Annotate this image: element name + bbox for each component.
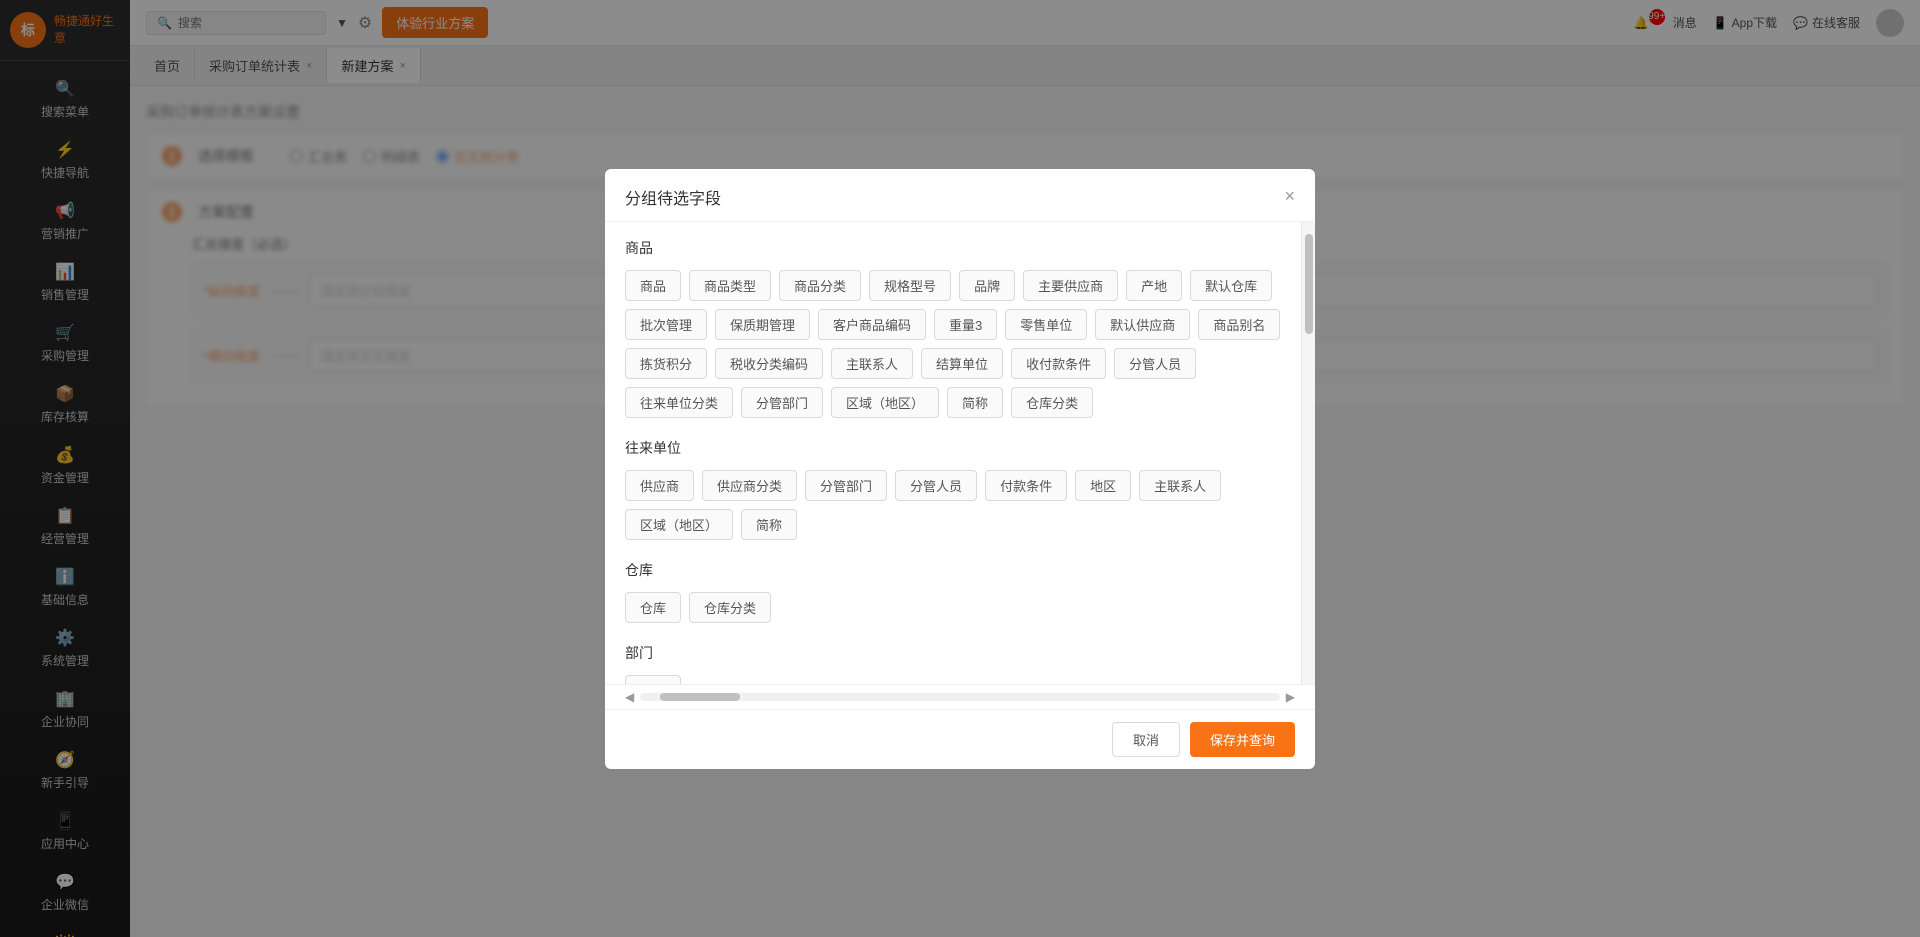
- save-query-button[interactable]: 保存并查询: [1190, 722, 1295, 757]
- section-warehouse: 仓库 仓库 仓库分类: [625, 560, 1281, 623]
- tag-region2[interactable]: 区域（地区）: [625, 509, 733, 540]
- hscroll-thumb: [660, 693, 740, 701]
- tag-tax-code[interactable]: 税收分类编码: [715, 348, 823, 379]
- modal-header: 分组待选字段 ×: [605, 169, 1315, 222]
- section-department-title: 部门: [625, 643, 1281, 663]
- tag-manager2[interactable]: 分管人员: [895, 470, 977, 501]
- tag-default-warehouse[interactable]: 默认仓库: [1190, 270, 1272, 301]
- tag-default-supplier[interactable]: 默认供应商: [1095, 309, 1190, 340]
- modal-footer: 取消 保存并查询: [605, 709, 1315, 769]
- tag-contact[interactable]: 主联系人: [831, 348, 913, 379]
- hscroll-track[interactable]: [640, 693, 1280, 701]
- tag-origin[interactable]: 产地: [1126, 270, 1182, 301]
- counterpart-tags: 供应商 供应商分类 分管部门 分管人员 付款条件 地区 主联系人 区域（地区） …: [625, 470, 1281, 540]
- tag-batch-mgmt[interactable]: 批次管理: [625, 309, 707, 340]
- tag-pick-score[interactable]: 拣货积分: [625, 348, 707, 379]
- tag-unit-category[interactable]: 往来单位分类: [625, 387, 733, 418]
- tag-region[interactable]: 区域（地区）: [831, 387, 939, 418]
- tag-payment-cond[interactable]: 付款条件: [985, 470, 1067, 501]
- modal-hscroll-area: ◀ ▶: [605, 684, 1315, 709]
- modal-title: 分组待选字段: [625, 185, 721, 209]
- section-counterpart-title: 往来单位: [625, 438, 1281, 458]
- modal-scroll-content[interactable]: 商品 商品 商品类型 商品分类 规格型号 品牌 主要供应商 产地 默认仓库 批次…: [605, 222, 1301, 684]
- tag-retail-unit[interactable]: 零售单位: [1005, 309, 1087, 340]
- section-department: 部门 部门: [625, 643, 1281, 684]
- tag-brand[interactable]: 品牌: [959, 270, 1015, 301]
- section-warehouse-title: 仓库: [625, 560, 1281, 580]
- tag-goods-type[interactable]: 商品类型: [689, 270, 771, 301]
- section-product-title: 商品: [625, 238, 1281, 258]
- tag-goods-category[interactable]: 商品分类: [779, 270, 861, 301]
- field-select-modal: 分组待选字段 × 商品 商品 商品类型 商品分类 规格型号 品牌 主要供应商 产…: [605, 169, 1315, 769]
- tag-area[interactable]: 地区: [1075, 470, 1131, 501]
- tag-manager[interactable]: 分管人员: [1114, 348, 1196, 379]
- department-tags: 部门: [625, 675, 1281, 684]
- tag-goods-alias[interactable]: 商品别名: [1198, 309, 1280, 340]
- tag-weight3[interactable]: 重量3: [934, 309, 997, 340]
- modal-close-icon[interactable]: ×: [1284, 186, 1295, 207]
- modal-scroll-wrapper: 商品 商品 商品类型 商品分类 规格型号 品牌 主要供应商 产地 默认仓库 批次…: [605, 222, 1315, 684]
- tag-spec-type[interactable]: 规格型号: [869, 270, 951, 301]
- tag-abbr2[interactable]: 简称: [741, 509, 797, 540]
- product-tags: 商品 商品类型 商品分类 规格型号 品牌 主要供应商 产地 默认仓库 批次管理 …: [625, 270, 1281, 418]
- tag-goods[interactable]: 商品: [625, 270, 681, 301]
- tag-wh-cat[interactable]: 仓库分类: [689, 592, 771, 623]
- tag-dept-mgmt[interactable]: 分管部门: [741, 387, 823, 418]
- tag-dept2[interactable]: 分管部门: [805, 470, 887, 501]
- modal-overlay: 分组待选字段 × 商品 商品 商品类型 商品分类 规格型号 品牌 主要供应商 产…: [0, 0, 1920, 937]
- tag-main-contact[interactable]: 主联系人: [1139, 470, 1221, 501]
- modal-scrollbar[interactable]: [1301, 222, 1315, 684]
- tag-supplier[interactable]: 供应商: [625, 470, 694, 501]
- cancel-button[interactable]: 取消: [1112, 722, 1180, 757]
- tag-wh[interactable]: 仓库: [625, 592, 681, 623]
- tag-warehouse-category[interactable]: 仓库分类: [1011, 387, 1093, 418]
- hscroll-left-arrow[interactable]: ◀: [625, 690, 634, 704]
- tag-abbr[interactable]: 简称: [947, 387, 1003, 418]
- tag-quality-mgmt[interactable]: 保质期管理: [715, 309, 810, 340]
- tag-supplier-category[interactable]: 供应商分类: [702, 470, 797, 501]
- tag-customer-code[interactable]: 客户商品编码: [818, 309, 926, 340]
- tag-payment-terms[interactable]: 收付款条件: [1011, 348, 1106, 379]
- warehouse-tags: 仓库 仓库分类: [625, 592, 1281, 623]
- modal-scroll-thumb: [1305, 234, 1313, 334]
- tag-main-supplier[interactable]: 主要供应商: [1023, 270, 1118, 301]
- hscroll-right-arrow[interactable]: ▶: [1286, 690, 1295, 704]
- section-product: 商品 商品 商品类型 商品分类 规格型号 品牌 主要供应商 产地 默认仓库 批次…: [625, 238, 1281, 418]
- tag-dept[interactable]: 部门: [625, 675, 681, 684]
- section-counterpart: 往来单位 供应商 供应商分类 分管部门 分管人员 付款条件 地区 主联系人 区域…: [625, 438, 1281, 540]
- tag-settlement-unit[interactable]: 结算单位: [921, 348, 1003, 379]
